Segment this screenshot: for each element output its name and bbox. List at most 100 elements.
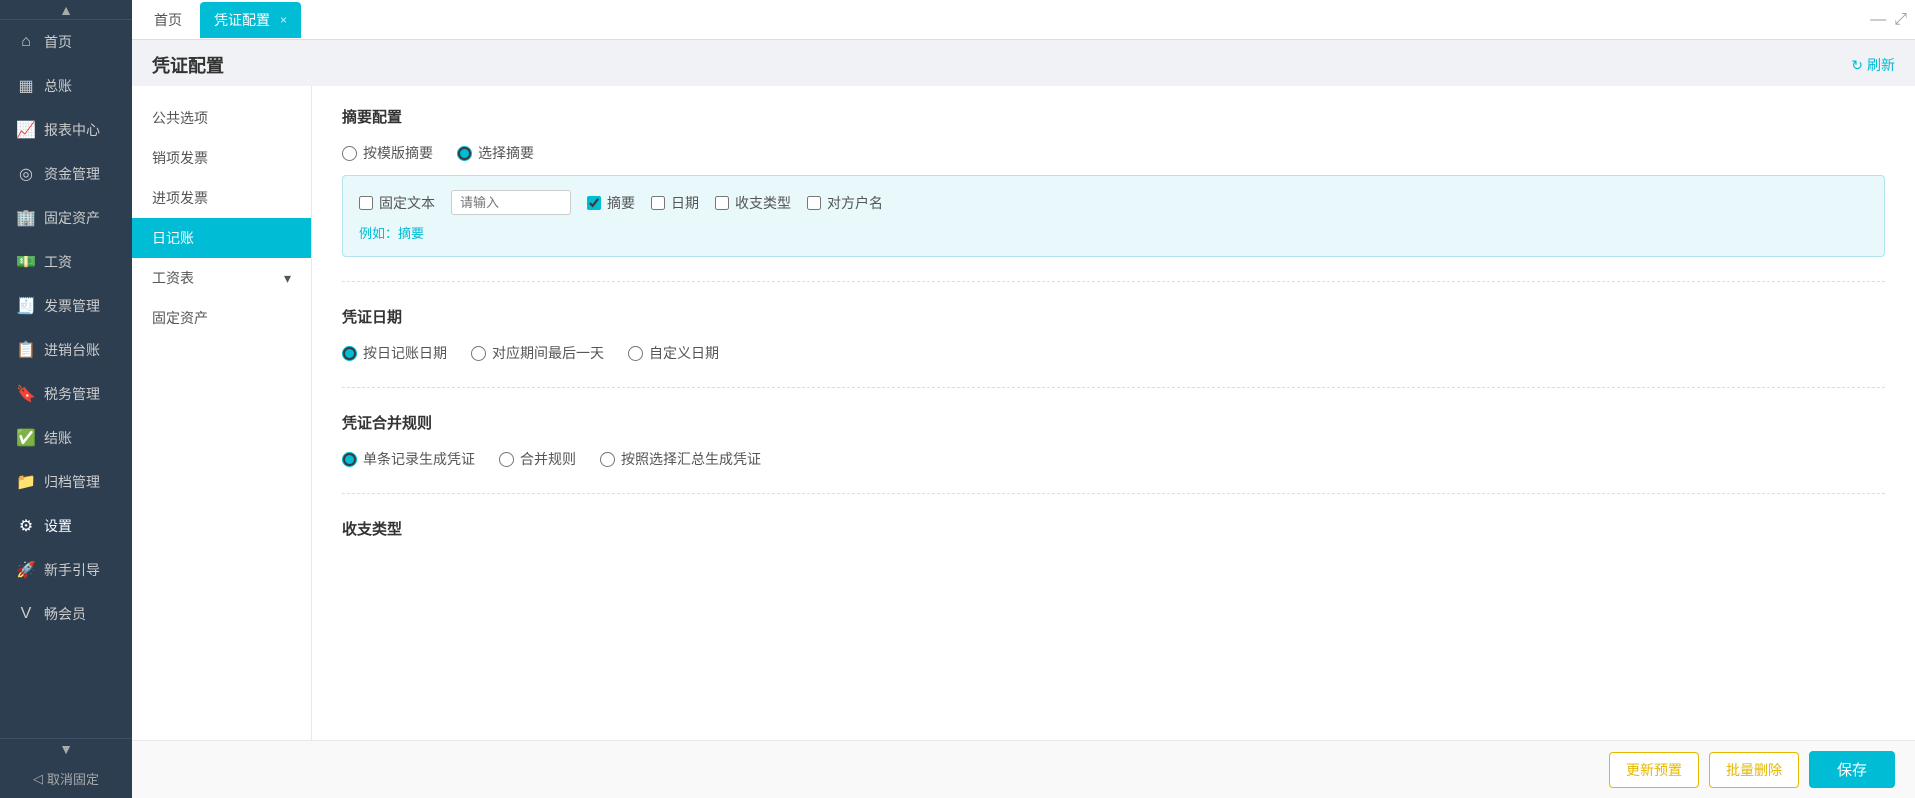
unfix-label: 取消固定 (47, 769, 99, 788)
summary-checkbox[interactable]: 摘要 (587, 193, 635, 213)
date-radio-group: 按日记账日期 对应期间最后一天 自定义日期 (342, 343, 1885, 363)
sidebar-item-reports[interactable]: 📈 报表中心 (0, 108, 132, 152)
nav-item-sales-invoice[interactable]: 销项发票 (132, 138, 311, 178)
nav-item-sales-invoice-label: 销项发票 (152, 148, 208, 168)
ledger-icon: ▦ (16, 76, 36, 96)
sidebar-item-settings-label: 设置 (44, 516, 72, 536)
fixed-text-checkbox-input[interactable] (359, 196, 373, 210)
sidebar-item-purchase-label: 进销台账 (44, 340, 100, 360)
tab-home[interactable]: 首页 (140, 2, 196, 38)
summary-section-title: 摘要配置 (342, 106, 1885, 127)
date-checkbox[interactable]: 日期 (651, 193, 699, 213)
sidebar-item-ledger[interactable]: ▦ 总账 (0, 64, 132, 108)
sidebar-item-archive[interactable]: 📁 归档管理 (0, 460, 132, 504)
date-radio-last-day[interactable]: 对应期间最后一天 (471, 343, 604, 363)
date-radio-last-day-label: 对应期间最后一天 (492, 343, 604, 363)
income-type-checkbox-label: 收支类型 (735, 193, 791, 213)
sidebar-item-invoice-label: 发票管理 (44, 296, 100, 316)
date-radio-custom-input[interactable] (628, 346, 643, 361)
minimize-icon[interactable]: — (1870, 11, 1886, 29)
merge-radio-rules[interactable]: 合并规则 (499, 449, 576, 469)
archive-icon: 📁 (16, 472, 36, 492)
batch-delete-button[interactable]: 批量删除 (1709, 752, 1799, 788)
sidebar-item-funds[interactable]: ◎ 资金管理 (0, 152, 132, 196)
merge-radio-single-label: 单条记录生成凭证 (363, 449, 475, 469)
sidebar-item-archive-label: 归档管理 (44, 472, 100, 492)
sidebar-scroll-down[interactable]: ▼ (0, 739, 132, 759)
date-radio-custom[interactable]: 自定义日期 (628, 343, 719, 363)
sidebar-item-salary-label: 工资 (44, 252, 72, 272)
page-title: 凭证配置 (152, 52, 224, 78)
merge-radio-summary[interactable]: 按照选择汇总生成凭证 (600, 449, 761, 469)
counterpart-checkbox[interactable]: 对方户名 (807, 193, 883, 213)
merge-radio-summary-label: 按照选择汇总生成凭证 (621, 449, 761, 469)
sidebar-bottom: ▼ ◁ 取消固定 (0, 738, 132, 798)
bottom-bar: 更新预置 批量删除 保存 (132, 740, 1915, 798)
reports-icon: 📈 (16, 120, 36, 140)
nav-item-public[interactable]: 公共选项 (132, 98, 311, 138)
sidebar: ▲ ⌂ 首页 ▦ 总账 📈 报表中心 ◎ 资金管理 🏢 固定资产 💵 工资 🧾 … (0, 0, 132, 798)
sidebar-item-guide-label: 新手引导 (44, 560, 100, 580)
income-type-checkbox-input[interactable] (715, 196, 729, 210)
sidebar-item-reports-label: 报表中心 (44, 120, 100, 140)
counterpart-checkbox-input[interactable] (807, 196, 821, 210)
sidebar-item-member[interactable]: V 畅会员 (0, 592, 132, 636)
date-radio-last-day-input[interactable] (471, 346, 486, 361)
date-radio-journal[interactable]: 按日记账日期 (342, 343, 447, 363)
merge-radio-single-input[interactable] (342, 452, 357, 467)
sidebar-item-settings[interactable]: ⚙ 设置 (0, 504, 132, 548)
summary-radio-select-input[interactable] (457, 146, 472, 161)
income-type-checkbox[interactable]: 收支类型 (715, 193, 791, 213)
sidebar-item-tax-label: 税务管理 (44, 384, 100, 404)
date-section-title: 凭证日期 (342, 306, 1885, 327)
summary-radio-select[interactable]: 选择摘要 (457, 143, 534, 163)
nav-item-journal-label: 日记账 (152, 228, 194, 248)
right-content[interactable]: 摘要配置 按模版摘要 选择摘要 (312, 86, 1915, 740)
nav-item-fixed-assets[interactable]: 固定资产 (132, 298, 311, 338)
refresh-button[interactable]: ↻ 刷新 (1851, 55, 1895, 75)
sidebar-item-home[interactable]: ⌂ 首页 (0, 20, 132, 64)
tab-bar: 首页 凭证配置 × — ⤢ (132, 0, 1915, 40)
nav-item-payroll[interactable]: 工资表 ▾ (132, 258, 311, 298)
nav-item-purchase-invoice[interactable]: 进项发票 (132, 178, 311, 218)
summary-radio-template-input[interactable] (342, 146, 357, 161)
tab-voucher-config[interactable]: 凭证配置 × (200, 2, 301, 38)
merge-radio-rules-input[interactable] (499, 452, 514, 467)
sidebar-item-invoice[interactable]: 🧾 发票管理 (0, 284, 132, 328)
merge-radio-summary-input[interactable] (600, 452, 615, 467)
sidebar-item-tax[interactable]: 🔖 税务管理 (0, 372, 132, 416)
merge-radio-single[interactable]: 单条记录生成凭证 (342, 449, 475, 469)
member-icon: V (16, 605, 36, 623)
sidebar-item-settle[interactable]: ✅ 结账 (0, 416, 132, 460)
pin-icon: ◁ (33, 771, 43, 787)
summary-radio-template-label: 按模版摘要 (363, 143, 433, 163)
merge-radio-rules-label: 合并规则 (520, 449, 576, 469)
sidebar-item-assets-label: 固定资产 (44, 208, 100, 228)
sidebar-item-salary[interactable]: 💵 工资 (0, 240, 132, 284)
sidebar-scroll-up[interactable]: ▲ (0, 0, 132, 20)
fixed-text-input[interactable] (451, 190, 571, 215)
nav-item-journal[interactable]: 日记账 (132, 218, 311, 258)
settle-icon: ✅ (16, 428, 36, 448)
refresh-icon: ↻ (1851, 57, 1863, 74)
maximize-icon[interactable]: ⤢ (1894, 11, 1907, 29)
date-checkbox-input[interactable] (651, 196, 665, 210)
nav-item-fixed-assets-label: 固定资产 (152, 308, 208, 328)
summary-checkbox-input[interactable] (587, 196, 601, 210)
nav-item-payroll-label: 工资表 (152, 268, 194, 288)
update-preset-button[interactable]: 更新预置 (1609, 752, 1699, 788)
save-button[interactable]: 保存 (1809, 751, 1895, 788)
sidebar-item-assets[interactable]: 🏢 固定资产 (0, 196, 132, 240)
summary-row: 固定文本 摘要 日期 (359, 190, 1868, 215)
date-radio-journal-input[interactable] (342, 346, 357, 361)
summary-radio-template[interactable]: 按模版摘要 (342, 143, 433, 163)
nav-item-purchase-invoice-label: 进项发票 (152, 188, 208, 208)
unfix-button[interactable]: ◁ 取消固定 (0, 759, 132, 798)
fixed-text-checkbox[interactable]: 固定文本 (359, 193, 435, 213)
sidebar-item-guide[interactable]: 🚀 新手引导 (0, 548, 132, 592)
tab-close-icon[interactable]: × (280, 13, 287, 27)
purchase-icon: 📋 (16, 340, 36, 360)
salary-icon: 💵 (16, 252, 36, 272)
body-layout: 公共选项 销项发票 进项发票 日记账 工资表 ▾ 固定资产 (132, 86, 1915, 740)
sidebar-item-purchase[interactable]: 📋 进销台账 (0, 328, 132, 372)
